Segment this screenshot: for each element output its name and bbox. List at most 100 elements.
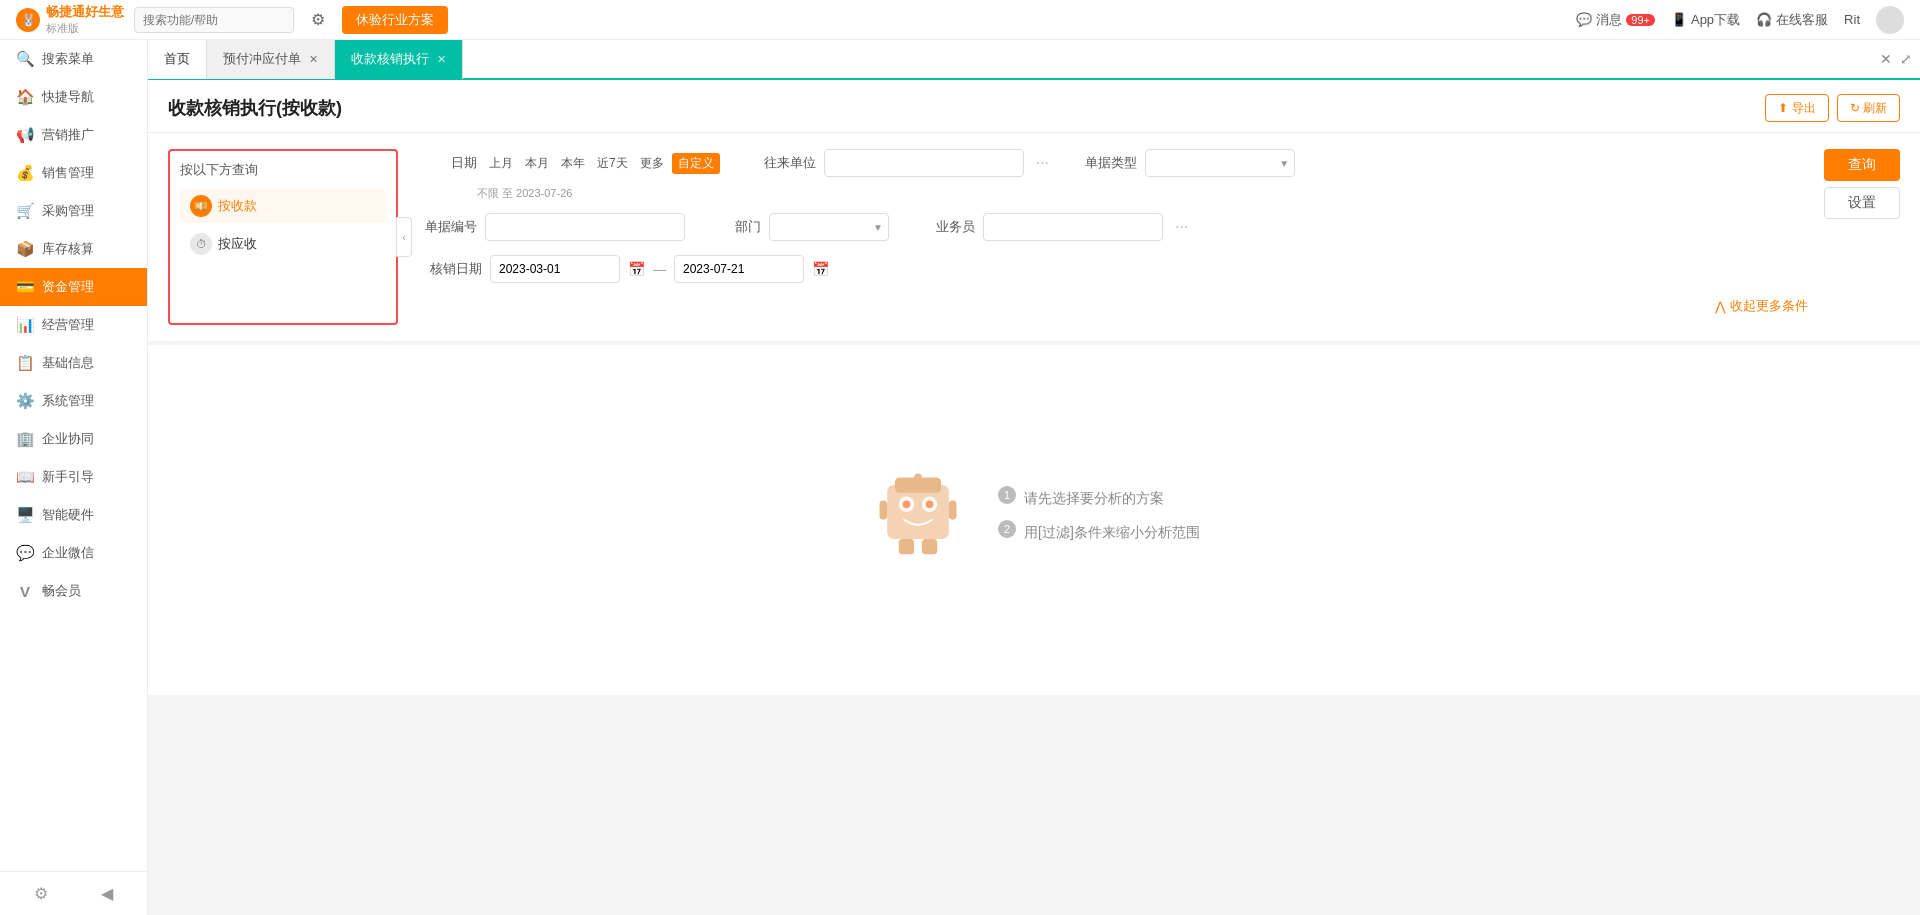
brand-name: 畅捷通好生意 标准版 bbox=[46, 3, 124, 36]
sidebar-item-quick-nav[interactable]: 🏠 快捷导航 bbox=[0, 78, 147, 116]
tab-close-all-icon[interactable]: ✕ bbox=[1880, 51, 1892, 67]
sidebar-item-search-menu[interactable]: 🔍 搜索菜单 bbox=[0, 40, 147, 78]
verify-date-start-calendar-icon[interactable]: 📅 bbox=[628, 261, 645, 277]
basic-info-icon: 📋 bbox=[16, 354, 34, 372]
partner-input[interactable] bbox=[824, 149, 1024, 177]
date-field: 日期 上月 本月 本年 近7天 更多 自定义 bbox=[422, 153, 720, 174]
sidebar-item-smart-hw[interactable]: 🖥️ 智能硬件 bbox=[0, 496, 147, 534]
tab-receipt-offset-close-icon[interactable]: ✕ bbox=[437, 53, 446, 66]
sidebar-item-beginner[interactable]: 📖 新手引导 bbox=[0, 458, 147, 496]
verify-date-end-calendar-icon[interactable]: 📅 bbox=[812, 261, 829, 277]
user-name[interactable]: Rit bbox=[1844, 12, 1860, 27]
tab-prepay-offset-close-icon[interactable]: ✕ bbox=[309, 53, 318, 66]
filter-left: 按以下方查询 💴 按收款 ⏱ 按应收 ‹ bbox=[168, 149, 398, 325]
partner-more-icon[interactable]: ··· bbox=[1036, 154, 1049, 172]
date-more[interactable]: 更多 bbox=[636, 154, 668, 173]
sidebar-item-member[interactable]: V 畅会员 bbox=[0, 572, 147, 610]
doc-no-input[interactable] bbox=[485, 213, 685, 241]
search-input[interactable] bbox=[134, 7, 294, 33]
svg-rect-9 bbox=[922, 539, 937, 554]
partner-label: 往来单位 bbox=[756, 154, 816, 172]
filter-option-by-receipt[interactable]: 💴 按收款 bbox=[180, 189, 386, 223]
marketing-icon: 📢 bbox=[16, 126, 34, 144]
filter-more-row: ⋀ 收起更多条件 bbox=[422, 297, 1808, 315]
collapse-more-button[interactable]: ⋀ 收起更多条件 bbox=[1715, 297, 1808, 315]
message-badge: 99+ bbox=[1626, 14, 1655, 26]
tip-num-1: 1 bbox=[998, 486, 1016, 504]
tab-bar: 首页 预付冲应付单 ✕ 收款核销执行 ✕ ✕ ⤢ bbox=[148, 40, 1920, 80]
sidebar-collapse-button[interactable]: ◀ bbox=[97, 880, 117, 907]
sidebar-item-inventory[interactable]: 📦 库存核算 bbox=[0, 230, 147, 268]
receivable-option-icon: ⏱ bbox=[190, 233, 212, 255]
staff-field: 业务员 ··· bbox=[925, 213, 1188, 241]
sidebar-item-finance[interactable]: 💳 资金管理 bbox=[0, 268, 147, 306]
verify-date-field: 核销日期 📅 — 📅 bbox=[422, 255, 829, 283]
sidebar-item-operation[interactable]: 📊 经营管理 bbox=[0, 306, 147, 344]
date-last-7days[interactable]: 近7天 bbox=[593, 154, 632, 173]
filter-panel: 按以下方查询 💴 按收款 ⏱ 按应收 ‹ bbox=[148, 133, 1920, 341]
avatar[interactable] bbox=[1876, 6, 1904, 34]
enterprise-icon: 🏢 bbox=[16, 430, 34, 448]
staff-input[interactable] bbox=[983, 213, 1163, 241]
verify-date-start-input[interactable] bbox=[490, 255, 620, 283]
member-icon: V bbox=[16, 583, 34, 600]
smart-hw-icon: 🖥️ bbox=[16, 506, 34, 524]
refresh-button[interactable]: ↻ 刷新 bbox=[1837, 94, 1900, 122]
date-this-month[interactable]: 本月 bbox=[521, 154, 553, 173]
inventory-icon: 📦 bbox=[16, 240, 34, 258]
verify-date-end-input[interactable] bbox=[674, 255, 804, 283]
dept-select[interactable] bbox=[769, 213, 889, 241]
query-actions: 查询 设置 bbox=[1824, 149, 1900, 219]
sidebar-item-system[interactable]: ⚙️ 系统管理 bbox=[0, 382, 147, 420]
page-content: 收款核销执行(按收款) ⬆ 导出 ↻ 刷新 按以下方查询 bbox=[148, 80, 1920, 915]
sidebar-item-enterprise[interactable]: 🏢 企业协同 bbox=[0, 420, 147, 458]
date-custom[interactable]: 自定义 bbox=[672, 153, 720, 174]
tip-num-2: 2 bbox=[998, 520, 1016, 538]
empty-state: 1 请先选择要分析的方案 2 用[过滤]条件来缩小分析范围 bbox=[148, 345, 1920, 695]
tab-expand-icon[interactable]: ⤢ bbox=[1900, 51, 1912, 67]
filter-collapse-button[interactable]: ‹ bbox=[396, 217, 412, 257]
page-header: 收款核销执行(按收款) ⬆ 导出 ↻ 刷新 bbox=[148, 80, 1920, 133]
tab-receipt-offset[interactable]: 收款核销执行 ✕ bbox=[335, 40, 463, 79]
app-download-action[interactable]: 📱 App下载 bbox=[1671, 11, 1740, 29]
system-icon: ⚙️ bbox=[16, 392, 34, 410]
empty-illustration bbox=[868, 462, 968, 562]
industry-solution-button[interactable]: 休验行业方案 bbox=[342, 6, 448, 34]
sidebar-item-sales[interactable]: 💰 销售管理 bbox=[0, 154, 147, 192]
main-layout: 🔍 搜索菜单 🏠 快捷导航 📢 营销推广 💰 销售管理 🛒 采购管理 📦 库存核… bbox=[0, 40, 1920, 915]
tab-home[interactable]: 首页 bbox=[148, 40, 207, 79]
page-header-actions: ⬆ 导出 ↻ 刷新 bbox=[1765, 94, 1900, 122]
date-last-month[interactable]: 上月 bbox=[485, 154, 517, 173]
wecom-icon: 💬 bbox=[16, 544, 34, 562]
page-title: 收款核销执行(按收款) bbox=[168, 96, 342, 120]
sidebar-settings-button[interactable]: ⚙ bbox=[30, 880, 52, 907]
setting-button[interactable]: 设置 bbox=[1824, 187, 1900, 219]
export-button[interactable]: ⬆ 导出 bbox=[1765, 94, 1829, 122]
message-action[interactable]: 💬 消息 99+ bbox=[1576, 11, 1655, 29]
receipt-option-icon: 💴 bbox=[190, 195, 212, 217]
export-icon: ⬆ bbox=[1778, 101, 1788, 115]
filter-option-by-receivable[interactable]: ⏱ 按应收 bbox=[180, 227, 386, 261]
tab-bar-end: ✕ ⤢ bbox=[1880, 51, 1920, 67]
doc-type-select[interactable] bbox=[1145, 149, 1295, 177]
svg-point-10 bbox=[914, 474, 922, 482]
query-button[interactable]: 查询 bbox=[1824, 149, 1900, 181]
sidebar-bottom: ⚙ ◀ bbox=[0, 871, 147, 915]
gear-icon[interactable]: ⚙ bbox=[304, 6, 332, 34]
sidebar-item-basic-info[interactable]: 📋 基础信息 bbox=[0, 344, 147, 382]
chevron-up-icon: ⋀ bbox=[1715, 299, 1726, 314]
sidebar-item-purchase[interactable]: 🛒 采购管理 bbox=[0, 192, 147, 230]
staff-label: 业务员 bbox=[925, 218, 975, 236]
sidebar-item-marketing[interactable]: 📢 营销推广 bbox=[0, 116, 147, 154]
home-icon: 🏠 bbox=[16, 88, 34, 106]
sidebar-item-wecom[interactable]: 💬 企业微信 bbox=[0, 534, 147, 572]
svg-rect-7 bbox=[949, 500, 957, 519]
logo-icon: 🐰 bbox=[16, 8, 40, 32]
svg-point-4 bbox=[903, 500, 911, 508]
svg-rect-6 bbox=[880, 500, 888, 519]
staff-more-icon[interactable]: ··· bbox=[1175, 218, 1188, 236]
date-this-year[interactable]: 本年 bbox=[557, 154, 589, 173]
online-service-action[interactable]: 🎧 在线客服 bbox=[1756, 11, 1828, 29]
tab-prepay-offset[interactable]: 预付冲应付单 ✕ bbox=[207, 40, 335, 79]
svg-point-5 bbox=[926, 500, 934, 508]
